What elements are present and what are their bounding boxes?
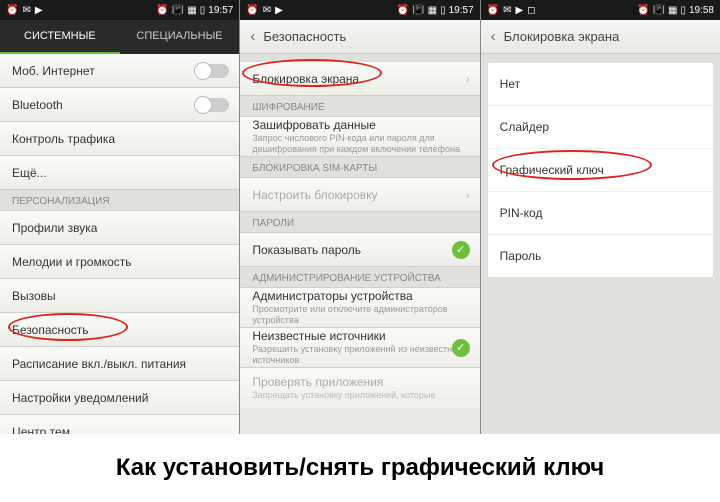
status-bar: ⏰ ✉ ▶ ⏰ 📳 ▦ ▯ 19:57: [0, 0, 239, 20]
tab-system[interactable]: СИСТЕМНЫЕ: [0, 20, 120, 54]
header-title: Блокировка экрана: [504, 29, 620, 44]
header-screen-lock: ‹ Блокировка экрана: [481, 20, 720, 54]
vibrate-icon: 📳: [653, 5, 665, 16]
check-on-icon[interactable]: ✓: [452, 339, 470, 357]
row-verify-apps[interactable]: Проверять приложенияЗапрещать установку …: [240, 368, 479, 408]
play-icon: ▶: [275, 5, 283, 16]
mail-icon: ✉: [503, 5, 511, 16]
status-bar: ⏰✉▶ ⏰📳▦▯19:57: [240, 0, 479, 20]
row-device-admins[interactable]: Администраторы устройстваПросмотрите или…: [240, 288, 479, 328]
signal-icon: ▦: [428, 5, 437, 16]
alarm2-icon: ⏰: [397, 5, 409, 16]
chevron-right-icon: ›: [466, 72, 470, 86]
header-security: ‹ Безопасность: [240, 20, 479, 54]
settings-list: Моб. Интернет Bluetooth Контроль трафика…: [0, 54, 239, 434]
section-device-admin: АДМИНИСТРИРОВАНИЕ УСТРОЙСТВА: [240, 267, 479, 288]
row-mobile-internet[interactable]: Моб. Интернет: [0, 54, 239, 88]
alarm-icon: ⏰: [246, 5, 258, 16]
back-icon[interactable]: ‹: [250, 28, 255, 45]
row-sim-setup[interactable]: Настроить блокировку›: [240, 178, 479, 212]
section-sim-lock: БЛОКИРОВКА SIM-КАРТЫ: [240, 157, 479, 178]
row-security[interactable]: Безопасность: [0, 313, 239, 347]
play-icon: ▶: [35, 5, 43, 16]
caption-text: Как установить/снять графический ключ: [116, 454, 604, 483]
battery-icon: ▯: [440, 5, 446, 16]
screens-row: ⏰ ✉ ▶ ⏰ 📳 ▦ ▯ 19:57 СИСТЕМНЫЕ СПЕЦИАЛЬНЫ…: [0, 0, 720, 434]
square-icon: ◻: [527, 5, 535, 16]
row-notifications[interactable]: Настройки уведомлений: [0, 381, 239, 415]
clock: 19:57: [208, 5, 233, 16]
row-encrypt[interactable]: Зашифровать данныеЗапрос числового PIN-к…: [240, 117, 479, 157]
section-encryption: ШИФРОВАНИЕ: [240, 96, 479, 117]
row-unknown-sources[interactable]: Неизвестные источникиРазрешить установку…: [240, 328, 479, 368]
mail-icon: ✉: [22, 5, 30, 16]
alarm-icon: ⏰: [487, 5, 499, 16]
section-passwords: ПАРОЛИ: [240, 212, 479, 233]
lock-options-list: Нет Слайдер Графический ключ PIN-код Пар…: [481, 54, 720, 434]
play-icon: ▶: [516, 5, 524, 16]
clock: 19:57: [449, 5, 474, 16]
alarm-icon: ⏰: [6, 5, 18, 16]
check-on-icon[interactable]: ✓: [452, 241, 470, 259]
row-bluetooth[interactable]: Bluetooth: [0, 88, 239, 122]
back-icon[interactable]: ‹: [491, 28, 496, 45]
row-sound-profiles[interactable]: Профили звука: [0, 211, 239, 245]
row-melodies[interactable]: Мелодии и громкость: [0, 245, 239, 279]
battery-icon: ▯: [200, 5, 206, 16]
option-pin[interactable]: PIN-код: [488, 192, 713, 235]
header-title: Безопасность: [263, 29, 346, 44]
screen-2: ⏰✉▶ ⏰📳▦▯19:57 ‹ Безопасность Блокировка …: [240, 0, 480, 434]
toggle-icon[interactable]: [195, 98, 229, 112]
battery-icon: ▯: [680, 5, 686, 16]
screen-1: ⏰ ✉ ▶ ⏰ 📳 ▦ ▯ 19:57 СИСТЕМНЫЕ СПЕЦИАЛЬНЫ…: [0, 0, 240, 434]
tab-special[interactable]: СПЕЦИАЛЬНЫЕ: [120, 20, 240, 54]
option-none[interactable]: Нет: [488, 63, 713, 106]
security-list: Блокировка экрана› ШИФРОВАНИЕ Зашифроват…: [240, 54, 479, 434]
alarm2-icon: ⏰: [156, 5, 168, 16]
clock: 19:58: [689, 5, 714, 16]
row-screen-lock[interactable]: Блокировка экрана›: [240, 62, 479, 96]
options-card: Нет Слайдер Графический ключ PIN-код Пар…: [487, 62, 714, 278]
alarm2-icon: ⏰: [637, 5, 649, 16]
vibrate-icon: 📳: [412, 5, 424, 16]
row-show-password[interactable]: Показывать пароль✓: [240, 233, 479, 267]
tabs: СИСТЕМНЫЕ СПЕЦИАЛЬНЫЕ: [0, 20, 239, 54]
section-personalization: ПЕРСОНАЛИЗАЦИЯ: [0, 190, 239, 211]
row-power-schedule[interactable]: Расписание вкл./выкл. питания: [0, 347, 239, 381]
option-password[interactable]: Пароль: [488, 235, 713, 277]
caption-area: Как установить/снять графический ключ: [0, 434, 720, 502]
chevron-right-icon: ›: [466, 188, 470, 202]
row-themes[interactable]: Центр тем: [0, 415, 239, 434]
screen-3: ⏰ ✉ ▶◻ ⏰ 📳▦▯19:58 ‹ Блокировка экрана Нет С…: [481, 0, 720, 434]
row-more[interactable]: Ещё...: [0, 156, 239, 190]
row-calls[interactable]: Вызовы: [0, 279, 239, 313]
option-pattern[interactable]: Графический ключ: [488, 149, 713, 192]
mail-icon: ✉: [263, 5, 271, 16]
vibrate-icon: 📳: [172, 5, 184, 16]
signal-icon: ▦: [187, 5, 196, 16]
signal-icon: ▦: [668, 5, 677, 16]
toggle-icon[interactable]: [195, 64, 229, 78]
status-bar: ⏰ ✉ ▶◻ ⏰ 📳▦▯19:58: [481, 0, 720, 20]
row-traffic[interactable]: Контроль трафика: [0, 122, 239, 156]
tutorial-image: ⏰ ✉ ▶ ⏰ 📳 ▦ ▯ 19:57 СИСТЕМНЫЕ СПЕЦИАЛЬНЫ…: [0, 0, 720, 502]
option-slider[interactable]: Слайдер: [488, 106, 713, 149]
